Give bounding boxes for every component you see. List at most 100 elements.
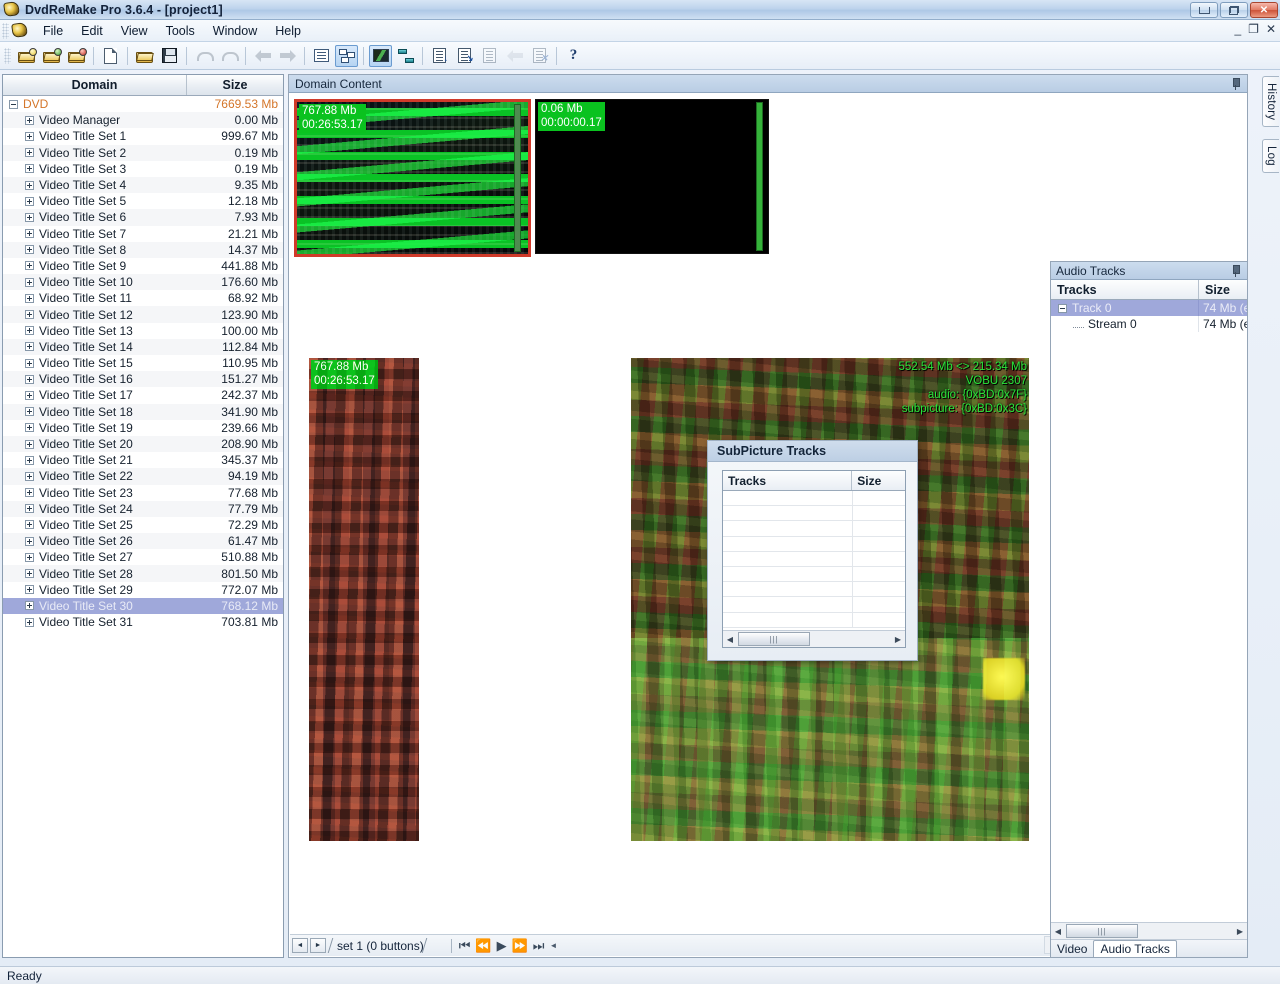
mdi-minimize-button[interactable]: _ (1234, 22, 1241, 36)
expand-icon[interactable] (25, 374, 34, 384)
new-project-button[interactable] (99, 45, 122, 67)
expand-icon[interactable] (25, 585, 34, 595)
table-row[interactable]: Video Title Set 3 0.19 Mb (3, 161, 283, 177)
mdi-close-button[interactable]: ✕ (1266, 22, 1276, 36)
table-row[interactable]: Video Title Set 30 768.12 Mb (3, 597, 283, 614)
video-preview-area[interactable]: 767.88 Mb 00:26:53.17 552.54 Mb <> 215.3… (309, 358, 1029, 841)
domain-tree-body[interactable]: DVD 7669.53 Mb Video Manager 0.00 Mb Video T… (3, 96, 283, 957)
table-row[interactable]: Video Title Set 24 77.79 Mb (3, 500, 283, 517)
forward-button[interactable] (276, 45, 299, 67)
open-project-button[interactable] (133, 45, 156, 67)
table-row[interactable]: Video Title Set 2 0.19 Mb (3, 144, 283, 161)
table-row[interactable]: Video Title Set 5 12.18 Mb (3, 193, 283, 209)
tab-audio-tracks[interactable]: Audio Tracks (1093, 940, 1177, 957)
scroll-right-arrow-icon[interactable]: ▶ (891, 632, 905, 647)
expand-icon[interactable] (25, 569, 34, 579)
tab-video[interactable]: Video (1051, 940, 1093, 957)
table-row[interactable]: Video Title Set 9 441.88 Mb (3, 258, 283, 274)
expand-icon[interactable] (25, 390, 34, 400)
column-header-domain[interactable]: Domain (3, 75, 187, 95)
thumbnail-item[interactable]: 767.88 Mb 00:26:53.17 (294, 99, 531, 257)
expand-icon[interactable] (25, 293, 34, 303)
close-button[interactable]: ✕ (1250, 2, 1278, 18)
table-row[interactable]: Video Title Set 17 242.37 Mb (3, 387, 283, 403)
table-row[interactable]: Video Title Set 25 72.29 Mb (3, 517, 283, 533)
expand-icon[interactable] (25, 488, 34, 498)
table-row[interactable]: Video Title Set 28 801.50 Mb (3, 565, 283, 582)
table-row[interactable]: Video Title Set 29 772.07 Mb (3, 582, 283, 598)
expand-icon[interactable] (25, 196, 34, 206)
minimize-button[interactable] (1190, 2, 1218, 18)
expand-icon[interactable] (25, 471, 34, 481)
preview-left-frame[interactable]: 767.88 Mb 00:26:53.17 (309, 358, 419, 841)
audio-column-tracks[interactable]: Tracks (1051, 280, 1199, 299)
menu-item-edit[interactable]: Edit (72, 22, 112, 40)
table-row[interactable]: Video Title Set 18 341.90 Mb (3, 403, 283, 420)
export-down-button[interactable]: ↓ (428, 45, 451, 67)
collapse-icon[interactable] (9, 99, 18, 109)
table-row[interactable]: Track 0 74 Mb (e (1051, 300, 1247, 316)
open-green-folder-button[interactable] (40, 45, 63, 67)
table-row[interactable]: Video Title Set 22 94.19 Mb (3, 468, 283, 485)
table-row[interactable]: Video Title Set 20 208.90 Mb (3, 435, 283, 453)
expand-icon[interactable] (25, 131, 34, 141)
doc-bar-button[interactable] (478, 45, 501, 67)
table-row[interactable]: Video Title Set 12 123.90 Mb (3, 306, 283, 323)
table-row[interactable]: Video Title Set 11 68.92 Mb (3, 290, 283, 306)
open-yellow-folder-button[interactable] (15, 45, 38, 67)
table-row[interactable]: Video Title Set 26 61.47 Mb (3, 533, 283, 550)
expand-icon[interactable] (25, 115, 34, 125)
list-item[interactable] (723, 582, 905, 598)
expand-icon[interactable] (25, 310, 34, 320)
redo-button[interactable] (217, 45, 240, 67)
pin-icon[interactable] (1230, 265, 1241, 277)
tab-scroll-left-button[interactable]: ◄ (292, 938, 308, 953)
expand-icon[interactable] (25, 601, 34, 611)
expand-icon[interactable] (25, 617, 34, 627)
side-tab-log[interactable]: Log (1262, 139, 1279, 173)
stream-view-button[interactable] (394, 45, 417, 67)
expand-icon[interactable] (25, 407, 34, 417)
table-row[interactable]: Video Title Set 13 100.00 Mb (3, 323, 283, 339)
subpicture-list-rows[interactable] (723, 491, 905, 628)
table-row[interactable]: Video Title Set 4 9.35 Mb (3, 176, 283, 194)
open-red-folder-button[interactable] (65, 45, 88, 67)
expand-icon[interactable] (25, 180, 34, 190)
subpicture-tracks-dialog[interactable]: SubPicture Tracks Tracks Size ◀ ||| ▶ (707, 440, 918, 661)
table-row[interactable]: Video Title Set 31 703.81 Mb (3, 614, 283, 630)
table-row[interactable]: Video Title Set 15 110.95 Mb (3, 355, 283, 371)
export-next-button[interactable]: ↘ (453, 45, 476, 67)
table-row[interactable]: Video Title Set 14 112.84 Mb (3, 338, 283, 355)
doc-left-button[interactable] (503, 45, 526, 67)
list-item[interactable] (723, 491, 905, 507)
column-header-size[interactable]: Size (187, 75, 283, 95)
expand-icon[interactable] (25, 439, 34, 449)
list-item[interactable] (723, 536, 905, 552)
scrollbar-thumb[interactable]: ||| (738, 632, 810, 646)
expand-icon[interactable] (25, 261, 34, 271)
expand-icon[interactable] (25, 552, 34, 562)
scrollbar-thumb[interactable]: ||| (1066, 924, 1138, 938)
maximize-button[interactable] (1220, 2, 1248, 18)
list-item[interactable] (723, 506, 905, 522)
table-row[interactable]: Video Title Set 23 77.68 Mb (3, 485, 283, 501)
scroll-left-arrow-icon[interactable]: ◀ (723, 632, 737, 647)
table-row[interactable]: Video Title Set 6 7.93 Mb (3, 209, 283, 226)
list-view-button[interactable] (310, 45, 333, 67)
expand-icon[interactable] (25, 455, 34, 465)
side-tab-history[interactable]: History (1262, 76, 1279, 128)
menu-grip[interactable] (2, 22, 9, 39)
skip-start-icon[interactable]: ⏮ (459, 939, 471, 952)
audio-tracks-rows[interactable]: Track 0 74 Mb (e Stream 0 74 Mb (e (1051, 300, 1247, 938)
list-item[interactable] (723, 597, 905, 613)
subpicture-horizontal-scrollbar[interactable]: ◀ ||| ▶ (723, 630, 905, 647)
rewind-icon[interactable]: ⏪ (475, 939, 491, 952)
tree-view-button[interactable] (335, 44, 358, 67)
table-row[interactable]: Video Title Set 10 176.60 Mb (3, 274, 283, 291)
menu-item-file[interactable]: File (34, 22, 72, 40)
back-button[interactable] (251, 45, 274, 67)
list-item[interactable] (723, 521, 905, 537)
doc-x-button[interactable]: ✕ (528, 45, 551, 67)
table-row[interactable]: Video Title Set 8 14.37 Mb (3, 241, 283, 258)
play-icon[interactable]: ▶ (497, 939, 507, 952)
